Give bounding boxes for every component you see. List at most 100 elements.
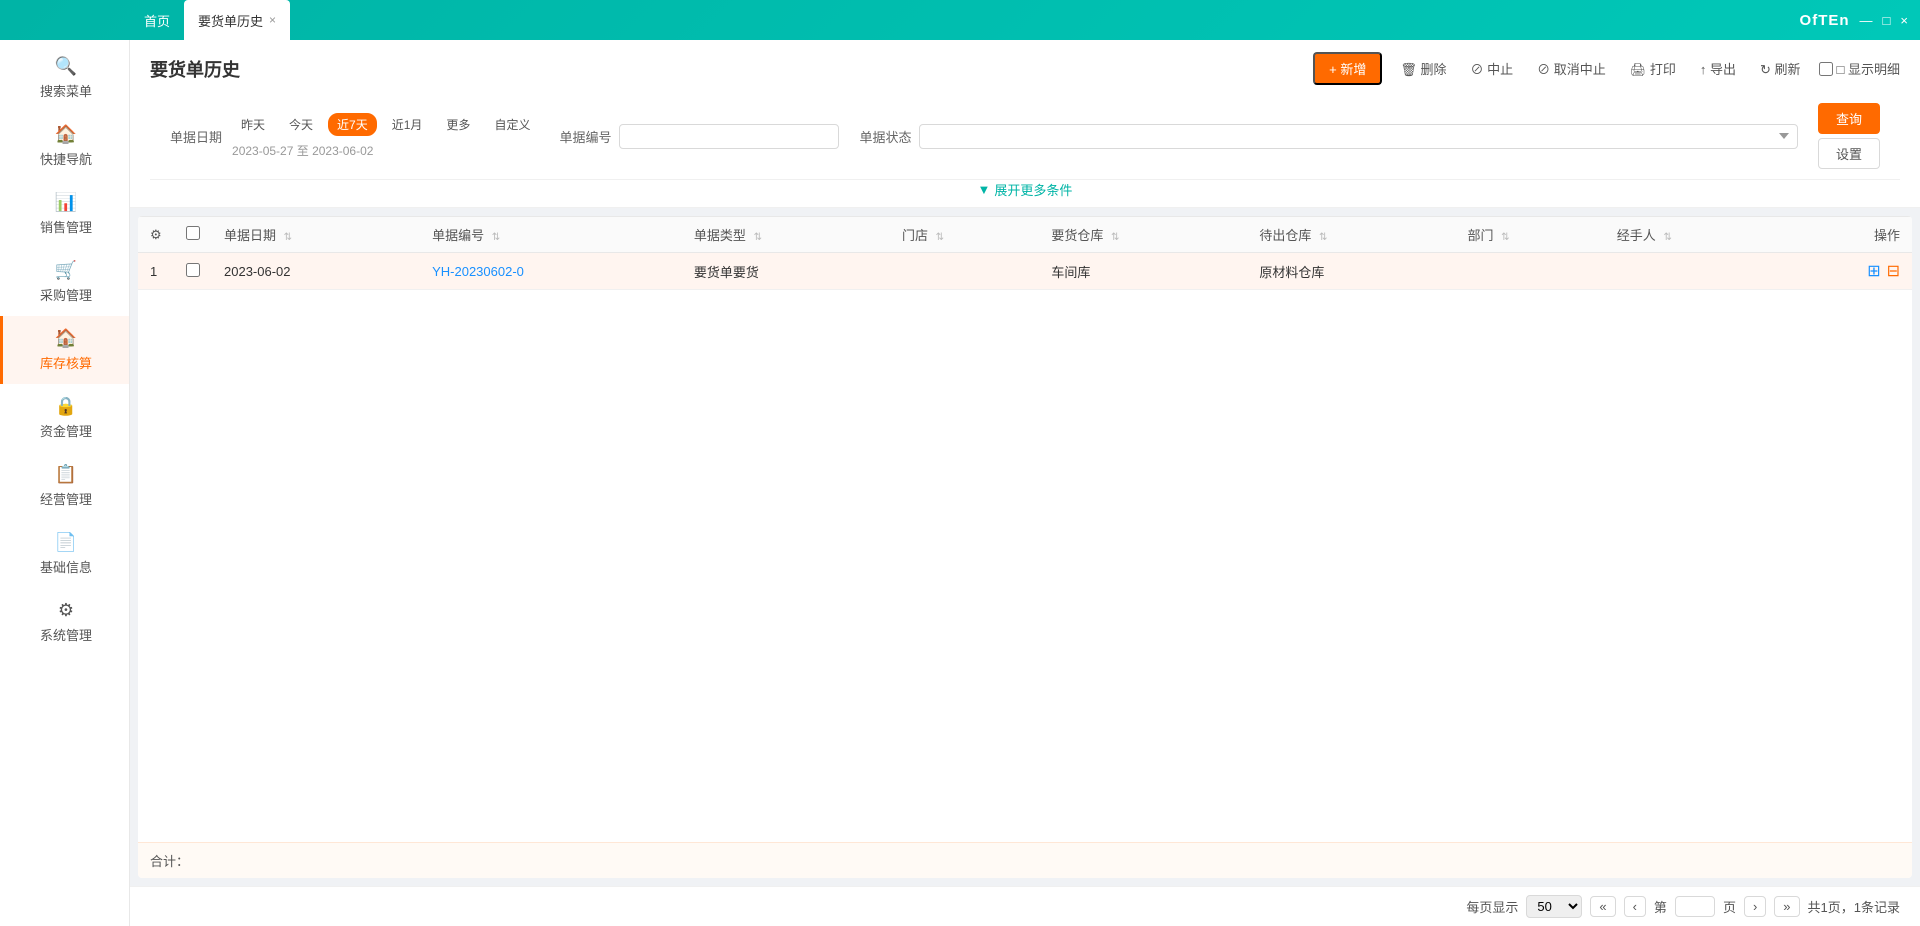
sidebar-item-operations-mgmt[interactable]: 📋 经营管理 [0, 452, 129, 520]
table-row: 1 2023-06-02 YH-20230602-0 要货单要货 车间库 原材料… [138, 253, 1912, 290]
col-req-warehouse-sort[interactable]: ⇅ [1111, 232, 1119, 243]
col-action-label: 操作 [1874, 228, 1900, 243]
table-body: 1 2023-06-02 YH-20230602-0 要货单要货 车间库 原材料… [138, 253, 1912, 290]
window-close-btn[interactable]: × [1900, 13, 1908, 28]
date-btn-more[interactable]: 更多 [437, 113, 479, 136]
sidebar-item-basic-info[interactable]: 📄 基础信息 [0, 520, 129, 588]
page-size-label: 每页显示 [1466, 897, 1518, 916]
sidebar-item-search-menu[interactable]: 🔍 搜索菜单 [0, 44, 129, 112]
sidebar-item-search-menu-label: 搜索菜单 [40, 81, 92, 100]
row-req-warehouse: 车间库 [1039, 253, 1247, 290]
tab-requisition-history[interactable]: 要货单历史 × [184, 0, 290, 40]
sidebar-item-quick-nav-label: 快捷导航 [40, 149, 92, 168]
date-btn-yesterday[interactable]: 昨天 [232, 113, 274, 136]
col-req-warehouse-label: 要货仓库 [1051, 228, 1103, 243]
date-range-display: 2023-05-27 至 2023-06-02 [232, 142, 373, 159]
doc-status-select[interactable] [919, 124, 1798, 149]
window-maximize-btn[interactable]: □ [1883, 13, 1891, 28]
doc-status-label: 单据状态 [859, 127, 911, 146]
doc-number-link[interactable]: YH-20230602-0 [432, 264, 524, 279]
filter-row: 单据日期 昨天 今天 近7天 近1月 更多 自定义 2023-05-27 至 2… [150, 93, 1900, 180]
sidebar-item-purchase-mgmt-label: 采购管理 [40, 285, 92, 304]
sidebar-item-sales-mgmt[interactable]: 📊 销售管理 [0, 180, 129, 248]
expand-filter-btn[interactable]: ▼ 展开更多条件 [978, 180, 1073, 199]
sales-mgmt-icon: 📊 [55, 192, 77, 213]
col-doc-number-label: 单据编号 [432, 228, 484, 243]
col-department-sort[interactable]: ⇅ [1501, 232, 1509, 243]
basic-info-icon: 📄 [55, 532, 77, 553]
new-button[interactable]: + 新增 [1313, 52, 1382, 85]
page-title: 要货单历史 [150, 56, 240, 82]
prev-page-btn[interactable]: ‹ [1624, 896, 1646, 917]
sidebar-item-purchase-mgmt[interactable]: 🛒 采购管理 [0, 248, 129, 316]
row-handler [1605, 253, 1784, 290]
cancel-suspend-button[interactable]: ⊘ 取消中止 [1531, 55, 1612, 82]
col-doc-number-sort[interactable]: ⇅ [492, 232, 500, 243]
export-button[interactable]: ↑ 导出 [1694, 55, 1742, 82]
sidebar-item-inventory-label: 库存核算 [40, 353, 92, 372]
window-minimize-btn[interactable]: — [1860, 13, 1873, 28]
sidebar-item-system-mgmt-label: 系统管理 [40, 625, 92, 644]
sidebar-item-system-mgmt[interactable]: ⚙ 系统管理 [0, 588, 129, 656]
table-container: ⚙ 单据日期 ⇅ 单据编号 ⇅ [138, 216, 1912, 878]
date-btn-custom[interactable]: 自定义 [485, 113, 539, 136]
sidebar: 🔍 搜索菜单 🏠 快捷导航 📊 销售管理 🛒 采购管理 🏠 库存核算 🔒 资金管… [0, 40, 130, 926]
col-store-label: 门店 [902, 228, 928, 243]
summary-label: 合计： [150, 851, 189, 870]
refresh-button[interactable]: ↻ 刷新 [1754, 55, 1807, 82]
col-department-label: 部门 [1468, 228, 1494, 243]
select-all-checkbox[interactable] [186, 226, 200, 240]
finance-mgmt-icon: 🔒 [55, 396, 77, 417]
col-pending-warehouse-sort[interactable]: ⇅ [1319, 232, 1327, 243]
row-edit-icon[interactable]: ⊞ [1867, 261, 1880, 281]
pagination-bar: 每页显示 20 50 100 200 « ‹ 第 1 页 › » 共1页，1条记… [130, 886, 1920, 926]
date-btn-today[interactable]: 今天 [280, 113, 322, 136]
settings-icon[interactable]: ⚙ [150, 227, 162, 242]
col-store-sort[interactable]: ⇅ [936, 232, 944, 243]
row-delete-icon[interactable]: ⊟ [1887, 261, 1900, 281]
page-title-row: 要货单历史 + 新增 🗑 删除 ⊘ 中止 ⊘ 取消中止 🖨 打印 ↑ 导出 ↻ … [150, 52, 1900, 85]
row-doc-number: YH-20230602-0 [420, 253, 682, 290]
delete-button[interactable]: 🗑 删除 [1394, 55, 1452, 82]
tab-close-icon[interactable]: × [269, 13, 276, 27]
col-doc-type-label: 单据类型 [694, 228, 746, 243]
col-handler-sort[interactable]: ⇅ [1663, 232, 1671, 243]
sidebar-item-inventory[interactable]: 🏠 库存核算 [0, 316, 129, 384]
row-checkbox[interactable] [186, 263, 200, 277]
display-detail-checkbox[interactable] [1819, 62, 1833, 76]
tab-home[interactable]: 首页 [130, 0, 184, 40]
tab-home-label: 首页 [144, 11, 170, 30]
col-doc-type-sort[interactable]: ⇅ [754, 232, 762, 243]
row-actions: ⊞ ⊟ [1783, 253, 1912, 290]
sidebar-item-quick-nav[interactable]: 🏠 快捷导航 [0, 112, 129, 180]
next-page-btn[interactable]: › [1744, 896, 1766, 917]
sidebar-item-basic-info-label: 基础信息 [40, 557, 92, 576]
top-bar-right: OfTEn — □ × [1800, 12, 1920, 29]
top-bar: 首页 要货单历史 × OfTEn — □ × [0, 0, 1920, 40]
date-btn-last1month[interactable]: 近1月 [383, 113, 432, 136]
doc-status-filter-group: 单据状态 [859, 124, 1798, 149]
print-button[interactable]: 🖨 打印 [1624, 55, 1682, 82]
settings-button[interactable]: 设置 [1818, 138, 1880, 169]
col-handler: 经手人 ⇅ [1605, 217, 1784, 253]
row-pending-warehouse: 原材料仓库 [1247, 253, 1455, 290]
col-doc-number: 单据编号 ⇅ [420, 217, 682, 253]
suspend-button[interactable]: ⊘ 中止 [1465, 55, 1520, 82]
search-menu-icon: 🔍 [55, 56, 77, 77]
col-doc-date: 单据日期 ⇅ [212, 217, 420, 253]
page-size-select[interactable]: 20 50 100 200 [1526, 895, 1582, 918]
tab-requisition-label: 要货单历史 [198, 11, 263, 30]
col-doc-date-sort[interactable]: ⇅ [284, 232, 292, 243]
col-action: 操作 [1783, 217, 1912, 253]
doc-number-input[interactable] [619, 124, 839, 149]
last-page-btn[interactable]: » [1774, 896, 1799, 917]
date-filter-label: 单据日期 [170, 127, 222, 146]
first-page-btn[interactable]: « [1590, 896, 1615, 917]
sidebar-item-finance-mgmt[interactable]: 🔒 资金管理 [0, 384, 129, 452]
expand-label: 展开更多条件 [994, 180, 1072, 199]
col-checkbox [174, 217, 212, 253]
query-button[interactable]: 查询 [1818, 103, 1880, 134]
col-doc-date-label: 单据日期 [224, 228, 276, 243]
date-btn-last7days[interactable]: 近7天 [328, 113, 377, 136]
page-number-input[interactable]: 1 [1675, 896, 1715, 917]
